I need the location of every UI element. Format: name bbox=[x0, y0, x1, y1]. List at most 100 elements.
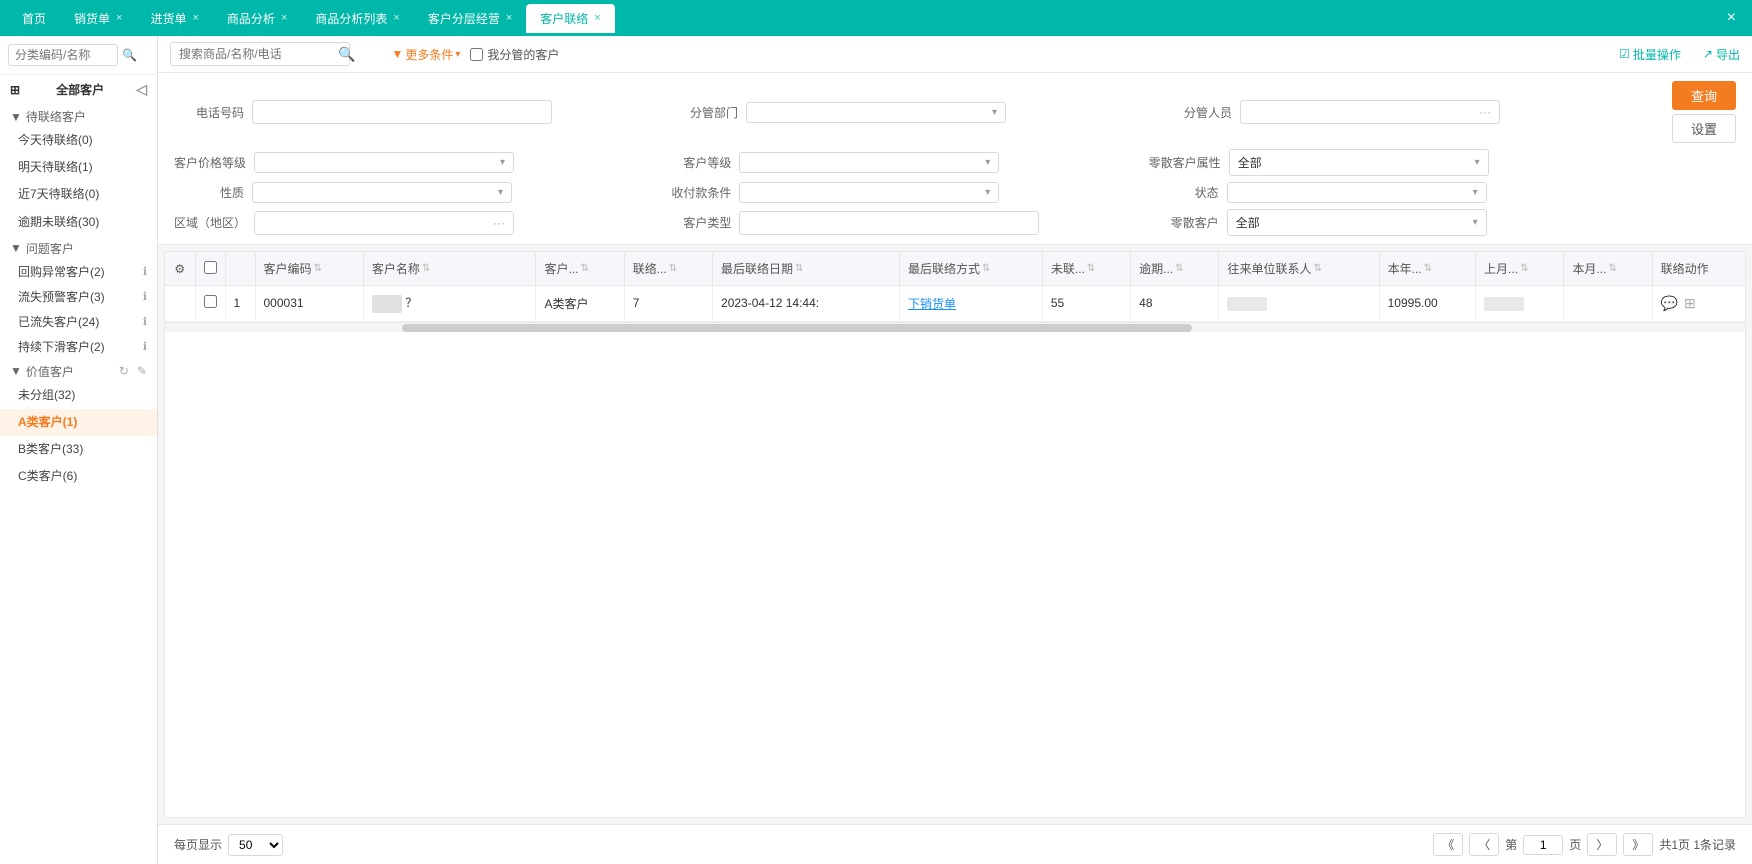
cell-checkbox[interactable] bbox=[195, 286, 225, 322]
tab-sales-order[interactable]: 销货单 × bbox=[60, 4, 136, 33]
cell-name: ？ bbox=[363, 286, 536, 322]
filter-select-retail[interactable]: 全部 ▾ bbox=[1227, 209, 1487, 236]
cell-overdue: 48 bbox=[1131, 286, 1219, 322]
col-overdue[interactable]: 逾期... ⇅ bbox=[1131, 252, 1219, 286]
group-value-customers[interactable]: ▼ 价值客户 ↻ ✎ bbox=[0, 359, 157, 382]
close-tab-customer-tier[interactable]: × bbox=[506, 12, 512, 24]
batch-ops-btn[interactable]: ☑ 批量操作 bbox=[1619, 46, 1681, 63]
total-records: 共1页 1条记录 bbox=[1659, 836, 1736, 853]
filter-input-cust-type[interactable] bbox=[739, 211, 1039, 235]
last-page-btn[interactable]: 》 bbox=[1623, 833, 1653, 856]
col-type[interactable]: 客户... ⇅ bbox=[536, 252, 624, 286]
sidebar-item-declining[interactable]: 持续下滑客户(2) ℹ bbox=[0, 334, 157, 359]
settings-icon[interactable]: ⚙ bbox=[174, 262, 185, 276]
all-customers-header[interactable]: ⊞ 全部客户 ◁ bbox=[0, 75, 157, 104]
close-tab-purchase-order[interactable]: × bbox=[192, 12, 198, 24]
page-size-select[interactable]: 50 100 200 bbox=[228, 834, 283, 856]
col-name[interactable]: 客户名称 ⇅ bbox=[363, 252, 536, 286]
col-this-year[interactable]: 本年... ⇅ bbox=[1379, 252, 1475, 286]
query-button[interactable]: 查询 bbox=[1672, 81, 1736, 110]
filter-select-region[interactable]: ··· bbox=[254, 211, 514, 235]
sort-last-month: ⇅ bbox=[1520, 263, 1528, 274]
filter-select-nature[interactable]: ▾ bbox=[252, 182, 512, 203]
sidebar-item-churned[interactable]: 已流失客户(24) ℹ bbox=[0, 309, 157, 334]
main-search-input[interactable] bbox=[170, 42, 350, 66]
horizontal-scrollbar[interactable] bbox=[165, 322, 1745, 332]
col-unit-contact[interactable]: 往来单位联系人 ⇅ bbox=[1219, 252, 1379, 286]
select-all-checkbox[interactable] bbox=[204, 261, 217, 274]
filter-input-phone[interactable] bbox=[252, 100, 552, 124]
action-icon-link[interactable]: ⊞ bbox=[1684, 295, 1696, 312]
sidebar-item-churn-warning[interactable]: 流失预警客户(3) ℹ bbox=[0, 284, 157, 309]
edit-icon[interactable]: ✎ bbox=[137, 364, 147, 378]
col-this-month[interactable]: 本月... ⇅ bbox=[1564, 252, 1652, 286]
filter-select-retail-attr[interactable]: 全部 ▾ bbox=[1229, 149, 1489, 176]
sidebar-item-class-a[interactable]: A类客户(1) bbox=[0, 409, 157, 436]
close-tab-product-analysis[interactable]: × bbox=[281, 12, 287, 24]
sidebar-item-7day-contact[interactable]: 近7天待联络(0) bbox=[0, 181, 157, 208]
col-gear[interactable]: ⚙ bbox=[165, 252, 195, 286]
export-btn[interactable]: ↗ 导出 bbox=[1703, 46, 1740, 63]
col-last-month[interactable]: 上月... ⇅ bbox=[1476, 252, 1564, 286]
close-all-tabs[interactable]: × bbox=[1719, 5, 1744, 31]
cell-last-method: 下销货单 bbox=[899, 286, 1042, 322]
tab-product-analysis[interactable]: 商品分析 × bbox=[213, 4, 301, 33]
refresh-icon[interactable]: ↻ bbox=[119, 364, 129, 378]
sidebar-item-class-b[interactable]: B类客户(33) bbox=[0, 436, 157, 463]
sidebar-item-overdue-contact[interactable]: 逾期未联络(30) bbox=[0, 209, 157, 236]
sidebar-item-tomorrow-contact[interactable]: 明天待联络(1) bbox=[0, 154, 157, 181]
col-code[interactable]: 客户编码 ⇅ bbox=[255, 252, 363, 286]
sidebar-collapse-icon[interactable]: ◁ bbox=[136, 81, 147, 98]
filter-item-manager: 分管人员 ··· bbox=[1162, 100, 1656, 124]
last-method-link[interactable]: 下销货单 bbox=[908, 297, 956, 311]
chevron-nature: ▾ bbox=[498, 187, 503, 198]
filter-select-status[interactable]: ▾ bbox=[1227, 182, 1487, 203]
sidebar-search-icon[interactable]: 🔍 bbox=[122, 48, 137, 62]
cell-this-month bbox=[1564, 286, 1652, 322]
col-no-contact[interactable]: 未联... ⇅ bbox=[1042, 252, 1130, 286]
close-tab-product-analysis-list[interactable]: × bbox=[393, 12, 399, 24]
filter-label-region: 区域（地区） bbox=[174, 214, 246, 231]
filter-select-cust-level[interactable]: ▾ bbox=[739, 152, 999, 173]
my-customers-checkbox[interactable]: 我分管的客户 bbox=[470, 46, 559, 63]
cell-last-month bbox=[1476, 286, 1564, 322]
first-page-btn[interactable]: 《 bbox=[1433, 833, 1463, 856]
sidebar-search-input[interactable] bbox=[8, 44, 118, 66]
sidebar-search-bar: 🔍 bbox=[0, 36, 157, 75]
col-last-date[interactable]: 最后联络日期 ⇅ bbox=[713, 252, 900, 286]
sidebar-item-ungrouped[interactable]: 未分组(32) bbox=[0, 382, 157, 409]
group-problem-customers[interactable]: ▼ 问题客户 bbox=[0, 236, 157, 259]
tab-customer-contact[interactable]: 客户联络 × bbox=[526, 4, 614, 33]
filter-select-payment[interactable]: ▾ bbox=[739, 182, 999, 203]
page-input[interactable] bbox=[1523, 835, 1563, 855]
action-icon-message[interactable]: 💬 bbox=[1661, 295, 1678, 312]
setting-button[interactable]: 设置 bbox=[1672, 114, 1736, 143]
more-conditions-btn[interactable]: ▼ 更多条件 ▾ bbox=[391, 46, 460, 63]
main-search-icon[interactable]: 🔍 bbox=[338, 46, 355, 63]
scrollbar-thumb[interactable] bbox=[402, 324, 1192, 332]
col-last-method[interactable]: 最后联络方式 ⇅ bbox=[899, 252, 1042, 286]
tab-product-analysis-list[interactable]: 商品分析列表 × bbox=[301, 4, 413, 33]
tab-purchase-order[interactable]: 进货单 × bbox=[136, 4, 212, 33]
filter-select-dept[interactable]: ▾ bbox=[746, 102, 1006, 123]
sort-unit-contact: ⇅ bbox=[1313, 263, 1321, 274]
next-page-btn[interactable]: 〉 bbox=[1587, 833, 1617, 856]
close-tab-customer-contact[interactable]: × bbox=[594, 12, 600, 24]
sidebar-item-today-contact[interactable]: 今天待联络(0) bbox=[0, 127, 157, 154]
prev-page-btn[interactable]: 〈 bbox=[1469, 833, 1499, 856]
tab-customer-tier[interactable]: 客户分层经营 × bbox=[414, 4, 526, 33]
row-checkbox[interactable] bbox=[204, 295, 217, 308]
col-contact[interactable]: 联络... ⇅ bbox=[624, 252, 712, 286]
group-pending-contact[interactable]: ▼ 待联络客户 bbox=[0, 104, 157, 127]
filter-select-price-level[interactable]: ▾ bbox=[254, 152, 514, 173]
close-tab-sales-order[interactable]: × bbox=[116, 12, 122, 24]
info-icon-repurchase: ℹ bbox=[143, 265, 147, 278]
col-checkbox[interactable] bbox=[195, 252, 225, 286]
sidebar-item-repurchase-abnormal[interactable]: 回购异常客户(2) ℹ bbox=[0, 259, 157, 284]
col-action: 联络动作 bbox=[1652, 252, 1745, 286]
my-customers-check[interactable] bbox=[470, 48, 483, 61]
tab-home[interactable]: 首页 bbox=[8, 4, 60, 33]
filter-select-manager[interactable]: ··· bbox=[1240, 100, 1500, 124]
sidebar-item-class-c[interactable]: C类客户(6) bbox=[0, 463, 157, 490]
sort-overdue: ⇅ bbox=[1175, 263, 1183, 274]
